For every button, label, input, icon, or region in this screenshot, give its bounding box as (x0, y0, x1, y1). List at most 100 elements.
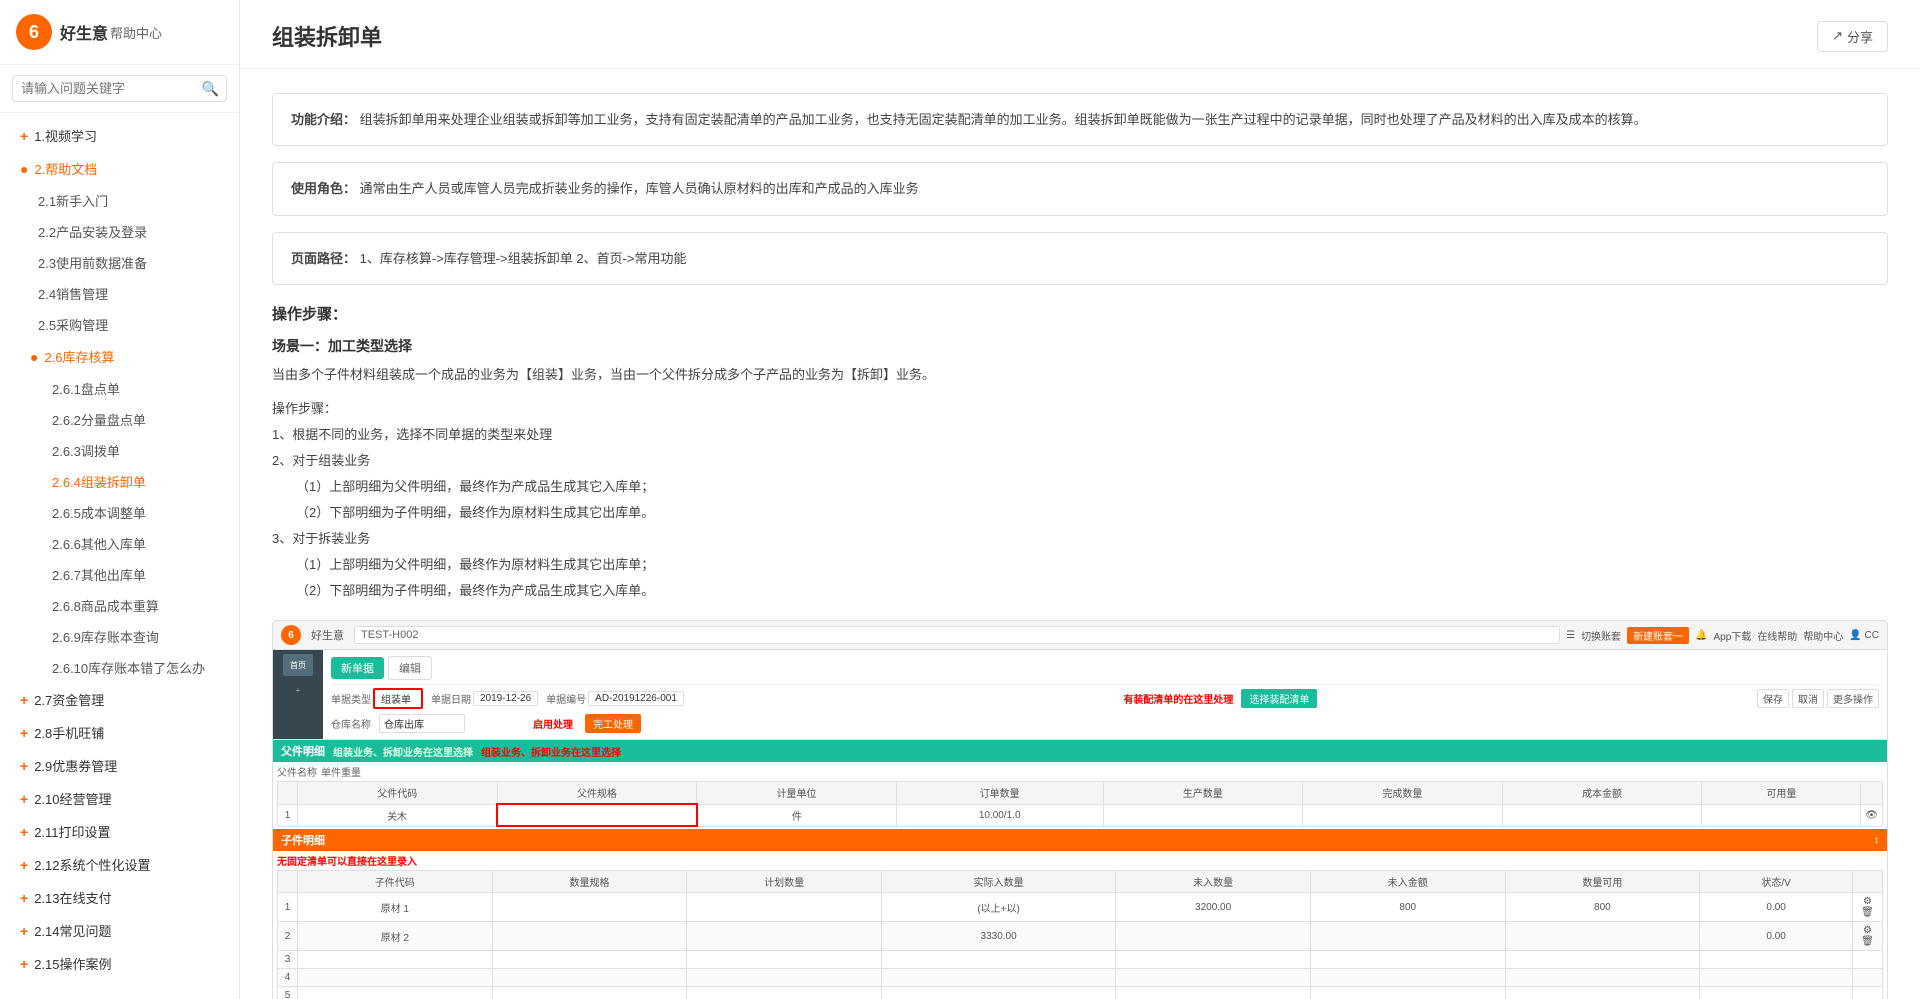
screenshot-container: 6 好生意 TEST-H002 ☰ 切换账套 新建账套一 🔔 App下载 在线帮… (272, 620, 1888, 999)
ss-select-btn[interactable]: 选择装配清单 (1241, 689, 1317, 708)
content-area: 功能介绍： 组装拆卸单用来处理企业组装或拆卸等加工业务，支持有固定装配清单的产品… (240, 69, 1920, 999)
ss-topbar: 6 好生意 TEST-H002 ☰ 切换账套 新建账套一 🔔 App下载 在线帮… (273, 621, 1887, 650)
sidebar-item-2-4[interactable]: 2.4销售管理 (0, 278, 239, 309)
sidebar-item-2-6-9[interactable]: 2.6.9库存账本查询 (0, 621, 239, 652)
sidebar-item-2-2[interactable]: 2.2产品安装及登录 (0, 216, 239, 247)
ss-save-btn[interactable]: 保存 (1757, 689, 1789, 708)
ss-tab-edit[interactable]: 编辑 (388, 656, 432, 680)
ss-process-btn[interactable]: 完工处理 (585, 714, 641, 733)
ss-annotation-process: 启用处理 (533, 716, 573, 731)
path-block: 页面路径： 1、库存核算->库存管理->组装拆卸单 2、首页->常用功能 (272, 232, 1888, 285)
nav-tree: + 1.视频学习 ● 2.帮助文档 2.1新手入门 2.2产品安装及登录 2.3… (0, 113, 239, 999)
ss-subnav: 首页 + 新单据 编辑 (273, 650, 1887, 740)
ss-field-code: AD-20191226-001 (588, 691, 684, 706)
sidebar-item-2-13[interactable]: + 2.13在线支付 (0, 881, 239, 914)
sidebar-item-2-15[interactable]: + 2.15操作案例 (0, 947, 239, 980)
ss-cancel-btn[interactable]: 取消 (1792, 689, 1824, 708)
sidebar-item-2-10[interactable]: + 2.10经营管理 (0, 782, 239, 815)
sidebar-item-2-6-8[interactable]: 2.6.8商品成本重算 (0, 590, 239, 621)
expand-icon: + (20, 791, 28, 807)
sidebar-item-2-7[interactable]: + 2.7资金管理 (0, 683, 239, 716)
expand-icon: + (20, 923, 28, 939)
app-name: 好生意 (60, 20, 108, 44)
sidebar-item-2-12[interactable]: + 2.12系统个性化设置 (0, 848, 239, 881)
path-text: 1、库存核算->库存管理->组装拆卸单 2、首页->常用功能 (360, 251, 687, 266)
sidebar-item-2-14[interactable]: + 2.14常见问题 (0, 914, 239, 947)
nav-label: 2.帮助文档 (34, 159, 97, 178)
function-intro-block: 功能介绍： 组装拆卸单用来处理企业组装或拆卸等加工业务，支持有固定装配清单的产品… (272, 93, 1888, 146)
expand-icon: + (20, 956, 28, 972)
sidebar-item-2-6[interactable]: ● 2.6库存核算 (0, 340, 239, 373)
ss-toolbar: 单据类型 组装单 单据日期 2019-12-26 单据编号 AD-2019122… (331, 684, 1879, 712)
scene1-steps-label: 操作步骤： (272, 396, 1888, 422)
sidebar-item-2-6-3[interactable]: 2.6.3调拨单 (0, 435, 239, 466)
sidebar-item-videos[interactable]: + 1.视频学习 (0, 119, 239, 152)
ss-top-table: 父件代码 父件规格 计量单位 订单数量 生产数量 完成数量 成本金额 可用量 (277, 781, 1883, 827)
function-intro-text: 组装拆卸单用来处理企业组装或拆卸等加工业务，支持有固定装配清单的产品加工业务，也… (360, 112, 1647, 127)
page-title: 组装拆卸单 (272, 20, 382, 52)
sidebar-item-2-9[interactable]: + 2.9优惠券管理 (0, 749, 239, 782)
ss-menu-icon: ☰ (1566, 630, 1575, 641)
role-text: 通常由生产人员或库管人员完成折装业务的操作，库管人员确认原材料的出库和产成品的入… (360, 181, 919, 196)
role-label: 使用角色： (291, 181, 356, 196)
table-row: 5 (278, 987, 1883, 999)
sidebar-item-2-6-7[interactable]: 2.6.7其他出库单 (0, 559, 239, 590)
table-row: 1 关木 件 10.00/1.0 👁 (278, 804, 1883, 826)
search-icon: 🔍 (202, 80, 219, 97)
expand-icon: + (20, 725, 28, 741)
main-content: 组装拆卸单 ↗ 分享 功能介绍： 组装拆卸单用来处理企业组装或拆卸等加工业务，支… (240, 0, 1920, 999)
sidebar-item-2-6-6[interactable]: 2.6.6其他入库单 (0, 528, 239, 559)
path-label: 页面路径： (291, 251, 356, 266)
table-row: 3 (278, 951, 1883, 969)
sidebar-item-2-6-2[interactable]: 2.6.2分量盘点单 (0, 404, 239, 435)
sidebar-item-2-6-4[interactable]: 2.6.4组装拆卸单 (0, 466, 239, 497)
step2-2: （2）下部明细为子件明细，最终作为原材料生成其它出库单。 (272, 500, 1888, 526)
share-icon: ↗ (1832, 28, 1843, 44)
ss-side-icons: 首页 + (273, 650, 323, 739)
search-box: 🔍 (0, 65, 239, 113)
sidebar-item-2-8[interactable]: + 2.8手机旺铺 (0, 716, 239, 749)
step3: 3、对于拆装业务 (272, 526, 1888, 552)
step3-1: （1）上部明细为父件明细，最终作为原材料生成其它出库单； (272, 552, 1888, 578)
collapse-icon: ● (20, 161, 28, 177)
ss-field-doctype: 组装单 (373, 688, 423, 709)
search-input[interactable] (12, 75, 227, 102)
ss-field-date: 2019-12-26 (473, 691, 538, 706)
expand-icon: + (20, 692, 28, 708)
sidebar-item-2-6-5[interactable]: 2.6.5成本调整单 (0, 497, 239, 528)
share-button[interactable]: ↗ 分享 (1817, 21, 1888, 52)
ss-section-header: 父件明细 组装业务、拆卸业务在这里选择 组装业务、拆卸业务在这里选择 (273, 740, 1887, 762)
function-intro-label: 功能介绍： (291, 112, 356, 127)
step2: 2、对于组装业务 (272, 448, 1888, 474)
ss-logo: 6 (281, 625, 301, 645)
sidebar-item-2-11[interactable]: + 2.11打印设置 (0, 815, 239, 848)
scene1-desc: 当由多个子件材料组装成一个成品的业务为【组装】业务，当由一个父件拆分成多个子产品… (272, 362, 1888, 388)
ss-sub-section-header: 子件明细 ↕ (273, 829, 1887, 851)
sidebar: 6 好生意 帮助中心 🔍 + 1.视频学习 ● 2.帮助文档 2.1新手入门 2… (0, 0, 240, 999)
step1: 1、根据不同的业务，选择不同单据的类型来处理 (272, 422, 1888, 448)
ss-tab-area: 新单据 编辑 单据类型 组装单 (323, 650, 1887, 739)
expand-icon: + (20, 890, 28, 906)
expand-icon: + (20, 758, 28, 774)
screenshot-mockup: 6 好生意 TEST-H002 ☰ 切换账套 新建账套一 🔔 App下载 在线帮… (273, 621, 1887, 999)
sidebar-item-2-5[interactable]: 2.5采购管理 (0, 309, 239, 340)
ss-bottom-table-wrap: 无固定清单可以直接在这里录入 子件代码 数量规格 计划数量 实际入数量 未入数量… (273, 851, 1887, 999)
scene1-title: 场景一：加工类型选择 (272, 336, 1888, 356)
steps-title: 操作步骤： (272, 303, 1888, 324)
ss-tab-active[interactable]: 新单据 (331, 657, 384, 679)
expand-icon: + (20, 128, 28, 144)
ss-address: TEST-H002 (354, 626, 1560, 644)
ss-more-btn[interactable]: 更多操作 (1827, 689, 1879, 708)
sidebar-item-2-6-1[interactable]: 2.6.1盘点单 (0, 373, 239, 404)
sidebar-item-2-3[interactable]: 2.3使用前数据准备 (0, 247, 239, 278)
expand-icon: + (20, 857, 28, 873)
sidebar-item-docs[interactable]: ● 2.帮助文档 (0, 152, 239, 185)
ss-annotation-bottom: 无固定清单可以直接在这里录入 (277, 851, 1883, 870)
sidebar-item-2-6-10[interactable]: 2.6.10库存账本错了怎么办 (0, 652, 239, 683)
sidebar-item-2-1[interactable]: 2.1新手入门 (0, 185, 239, 216)
ss-bottom-table: 子件代码 数量规格 计划数量 实际入数量 未入数量 未入金额 数量可用 状态/V (277, 870, 1883, 999)
page-header: 组装拆卸单 ↗ 分享 (240, 0, 1920, 69)
role-block: 使用角色： 通常由生产人员或库管人员完成折装业务的操作，库管人员确认原材料的出库… (272, 162, 1888, 215)
ss-annotation-type: 组装业务、拆卸业务在这里选择 (481, 744, 621, 759)
ss-company: 好生意 (307, 627, 348, 643)
